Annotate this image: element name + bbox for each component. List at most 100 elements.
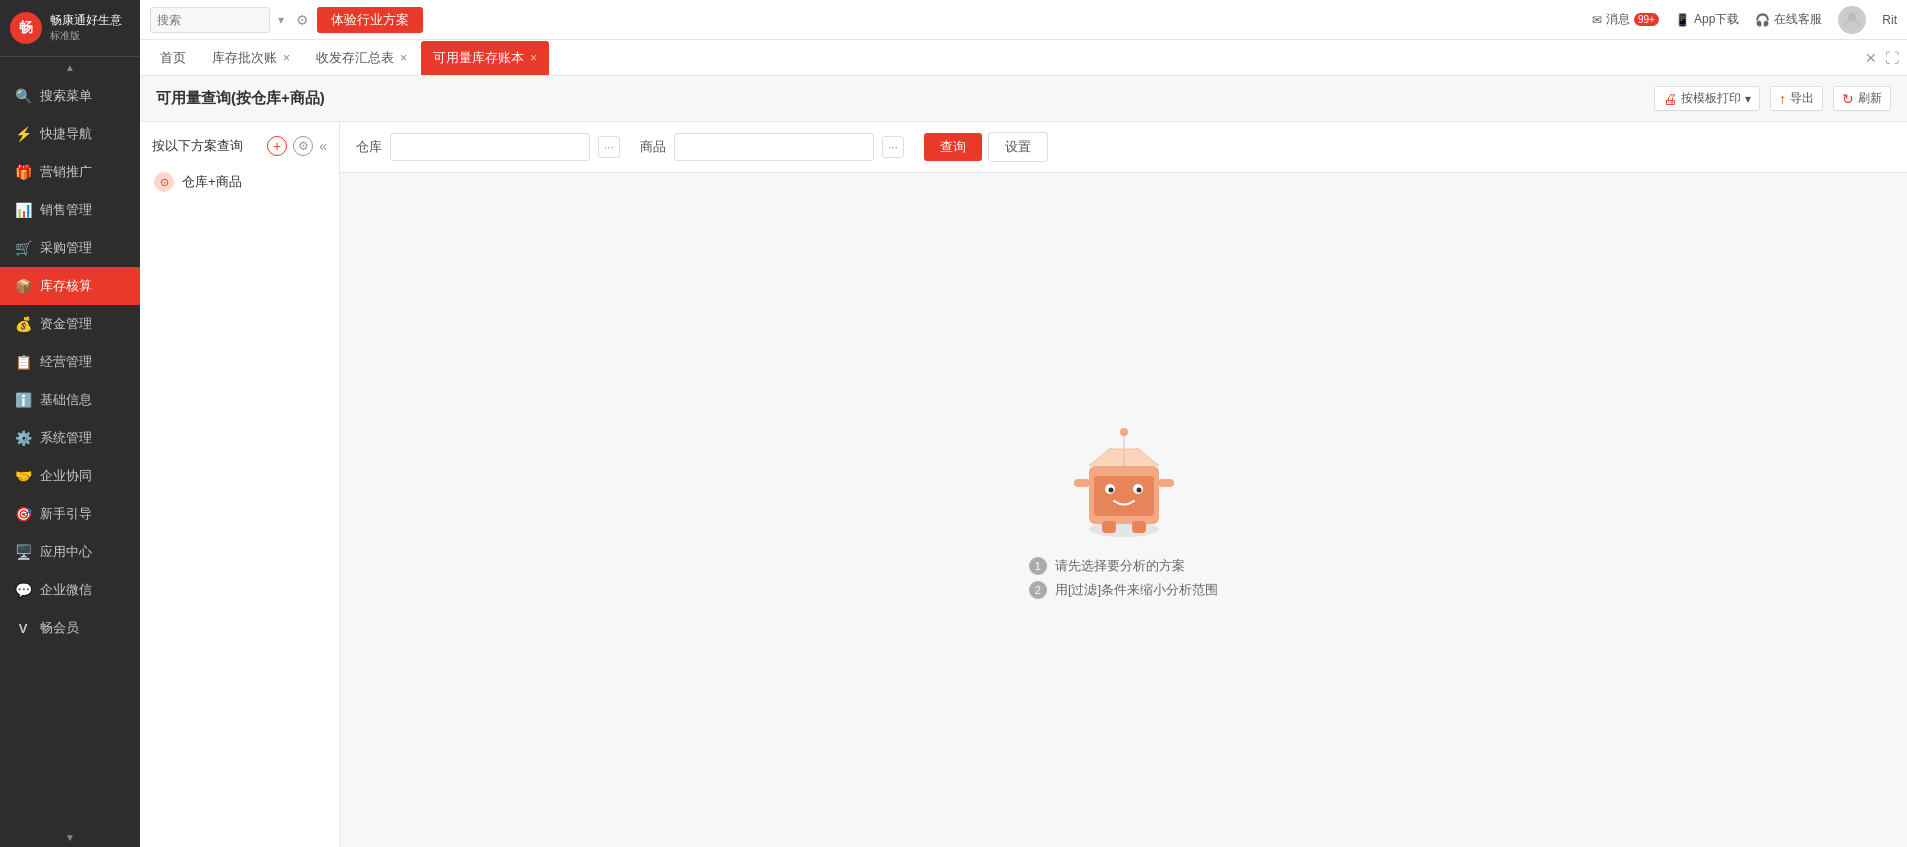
svg-rect-3 xyxy=(1094,476,1154,516)
svg-rect-14 xyxy=(1132,521,1146,533)
tab-home[interactable]: 首页 xyxy=(148,41,198,75)
trial-btn[interactable]: 体验行业方案 xyxy=(317,7,423,33)
warehouse-more-btn[interactable]: ··· xyxy=(598,136,620,158)
filter-add-btn[interactable]: + xyxy=(267,136,287,156)
tab-available-qty-close[interactable]: × xyxy=(530,52,537,64)
tab-summary-label: 收发存汇总表 xyxy=(316,49,394,67)
sidebar-item-marketing[interactable]: 🎁 营销推广 xyxy=(0,153,140,191)
sidebar-item-label: 营销推广 xyxy=(40,163,92,181)
sidebar-item-member[interactable]: V 畅会员 xyxy=(0,609,140,647)
tab-summary-close[interactable]: × xyxy=(400,52,407,64)
online-service-btn[interactable]: 🎧 在线客服 xyxy=(1755,11,1822,28)
guide-icon: 🎯 xyxy=(14,506,32,522)
print-btn[interactable]: 🖨 按模板打印 ▾ xyxy=(1654,86,1760,111)
refresh-btn[interactable]: ↻ 刷新 xyxy=(1833,86,1891,111)
warehouse-label: 仓库 xyxy=(356,138,382,156)
tab-available-qty[interactable]: 可用量库存账本 × xyxy=(421,41,549,75)
sidebar-item-inventory[interactable]: 📦 库存核算 xyxy=(0,267,140,305)
search-dropdown-icon[interactable]: ▾ xyxy=(278,13,284,27)
sidebar-item-search[interactable]: 🔍 搜索菜单 xyxy=(0,77,140,115)
hint-text-2: 用[过滤]条件来缩小分析范围 xyxy=(1055,581,1218,599)
sidebar-item-basic[interactable]: ℹ️ 基础信息 xyxy=(0,381,140,419)
content-area: 按以下方案查询 + ⚙ « ⊙ 仓库+商品 仓库 ··· xyxy=(140,122,1907,847)
warehouse-field-group: 仓库 ··· xyxy=(356,133,620,161)
filter-collapse-btn[interactable]: « xyxy=(319,138,327,154)
service-label: 在线客服 xyxy=(1774,11,1822,28)
topbar-gear-icon[interactable]: ⚙ xyxy=(296,12,309,28)
app-download-btn[interactable]: 📱 App下载 xyxy=(1675,11,1739,28)
app-logo: 畅 xyxy=(10,12,42,44)
marketing-icon: 🎁 xyxy=(14,164,32,180)
sidebar-item-wechat[interactable]: 💬 企业微信 xyxy=(0,571,140,609)
empty-svg xyxy=(1064,421,1184,541)
topbar: ▾ ⚙ 体验行业方案 ✉ 消息 99+ 📱 App下载 🎧 在线客服 Rit xyxy=(140,0,1907,40)
app-edition: 标准版 xyxy=(50,29,122,43)
product-label: 商品 xyxy=(640,138,666,156)
empty-hint-2: 2 用[过滤]条件来缩小分析范围 xyxy=(1029,581,1218,599)
filter-header-label: 按以下方案查询 xyxy=(152,137,243,155)
notification-badge: 99+ xyxy=(1634,13,1659,26)
app-download-label: App下载 xyxy=(1694,11,1739,28)
sidebar-item-label: 企业微信 xyxy=(40,581,92,599)
filter-item-warehouse-product[interactable]: ⊙ 仓库+商品 xyxy=(140,164,339,200)
warehouse-input[interactable] xyxy=(390,133,590,161)
tab-inventory-batch-close[interactable]: × xyxy=(283,52,290,64)
sidebar-item-label: 经营管理 xyxy=(40,353,92,371)
tab-home-label: 首页 xyxy=(160,49,186,67)
print-dropdown-icon[interactable]: ▾ xyxy=(1745,92,1751,106)
purchase-icon: 🛒 xyxy=(14,240,32,256)
product-more-btn[interactable]: ··· xyxy=(882,136,904,158)
sidebar-item-sales[interactable]: 📊 销售管理 xyxy=(0,191,140,229)
svg-point-10 xyxy=(1120,428,1128,436)
username-label[interactable]: Rit xyxy=(1882,13,1897,27)
system-icon: ⚙️ xyxy=(14,430,32,446)
topbar-right: ✉ 消息 99+ 📱 App下载 🎧 在线客服 Rit xyxy=(1592,6,1897,34)
tab-window-expand-icon[interactable]: ⛶ xyxy=(1885,50,1899,66)
sidebar-scroll-up[interactable]: ▲ xyxy=(0,57,140,77)
sidebar-scroll-down[interactable]: ▼ xyxy=(0,827,140,847)
export-btn[interactable]: ↑ 导出 xyxy=(1770,86,1823,111)
sidebar-item-finance[interactable]: 💰 资金管理 xyxy=(0,305,140,343)
tab-inventory-batch-label: 库存批次账 xyxy=(212,49,277,67)
sidebar-item-system[interactable]: ⚙️ 系统管理 xyxy=(0,419,140,457)
app-download-icon: 📱 xyxy=(1675,13,1690,27)
export-icon: ↑ xyxy=(1779,91,1786,107)
sidebar: 畅 畅康通好生意 标准版 ▲ 🔍 搜索菜单 ⚡ 快捷导航 🎁 营销推广 📊 销售… xyxy=(0,0,140,847)
empty-hint-1: 1 请先选择要分析的方案 xyxy=(1029,557,1218,575)
empty-illustration xyxy=(1064,421,1184,541)
tab-inventory-batch[interactable]: 库存批次账 × xyxy=(200,41,302,75)
sidebar-item-label: 资金管理 xyxy=(40,315,92,333)
enterprise-icon: 🤝 xyxy=(14,468,32,484)
wechat-icon: 💬 xyxy=(14,582,32,598)
sidebar-item-appstore[interactable]: 🖥️ 应用中心 xyxy=(0,533,140,571)
refresh-icon: ↻ xyxy=(1842,91,1854,107)
tab-available-qty-label: 可用量库存账本 xyxy=(433,49,524,67)
query-btn[interactable]: 查询 xyxy=(924,133,982,161)
sidebar-item-label: 搜索菜单 xyxy=(40,87,92,105)
sidebar-item-label: 企业协同 xyxy=(40,467,92,485)
sales-icon: 📊 xyxy=(14,202,32,218)
sidebar-item-management[interactable]: 📋 经营管理 xyxy=(0,343,140,381)
sidebar-item-enterprise[interactable]: 🤝 企业协同 xyxy=(0,457,140,495)
tab-summary[interactable]: 收发存汇总表 × xyxy=(304,41,419,75)
svg-point-7 xyxy=(1136,488,1141,493)
sidebar-item-label: 快捷导航 xyxy=(40,125,92,143)
product-input[interactable] xyxy=(674,133,874,161)
sidebar-header: 畅 畅康通好生意 标准版 xyxy=(0,0,140,57)
print-icon: 🖨 xyxy=(1663,91,1677,107)
search-input[interactable] xyxy=(150,7,270,33)
notification-btn[interactable]: ✉ 消息 99+ xyxy=(1592,11,1659,28)
basic-icon: ℹ️ xyxy=(14,392,32,408)
svg-point-6 xyxy=(1108,488,1113,493)
sidebar-item-label: 应用中心 xyxy=(40,543,92,561)
notification-icon: ✉ xyxy=(1592,13,1602,27)
sidebar-item-label: 系统管理 xyxy=(40,429,92,447)
sidebar-item-quicknav[interactable]: ⚡ 快捷导航 xyxy=(0,115,140,153)
settings-btn[interactable]: 设置 xyxy=(988,132,1048,162)
user-avatar[interactable] xyxy=(1838,6,1866,34)
filter-settings-btn[interactable]: ⚙ xyxy=(293,136,313,156)
product-field-group: 商品 ··· xyxy=(640,133,904,161)
sidebar-item-purchase[interactable]: 🛒 采购管理 xyxy=(0,229,140,267)
tab-window-close-icon[interactable]: ✕ xyxy=(1865,50,1877,66)
sidebar-item-guide[interactable]: 🎯 新手引导 xyxy=(0,495,140,533)
